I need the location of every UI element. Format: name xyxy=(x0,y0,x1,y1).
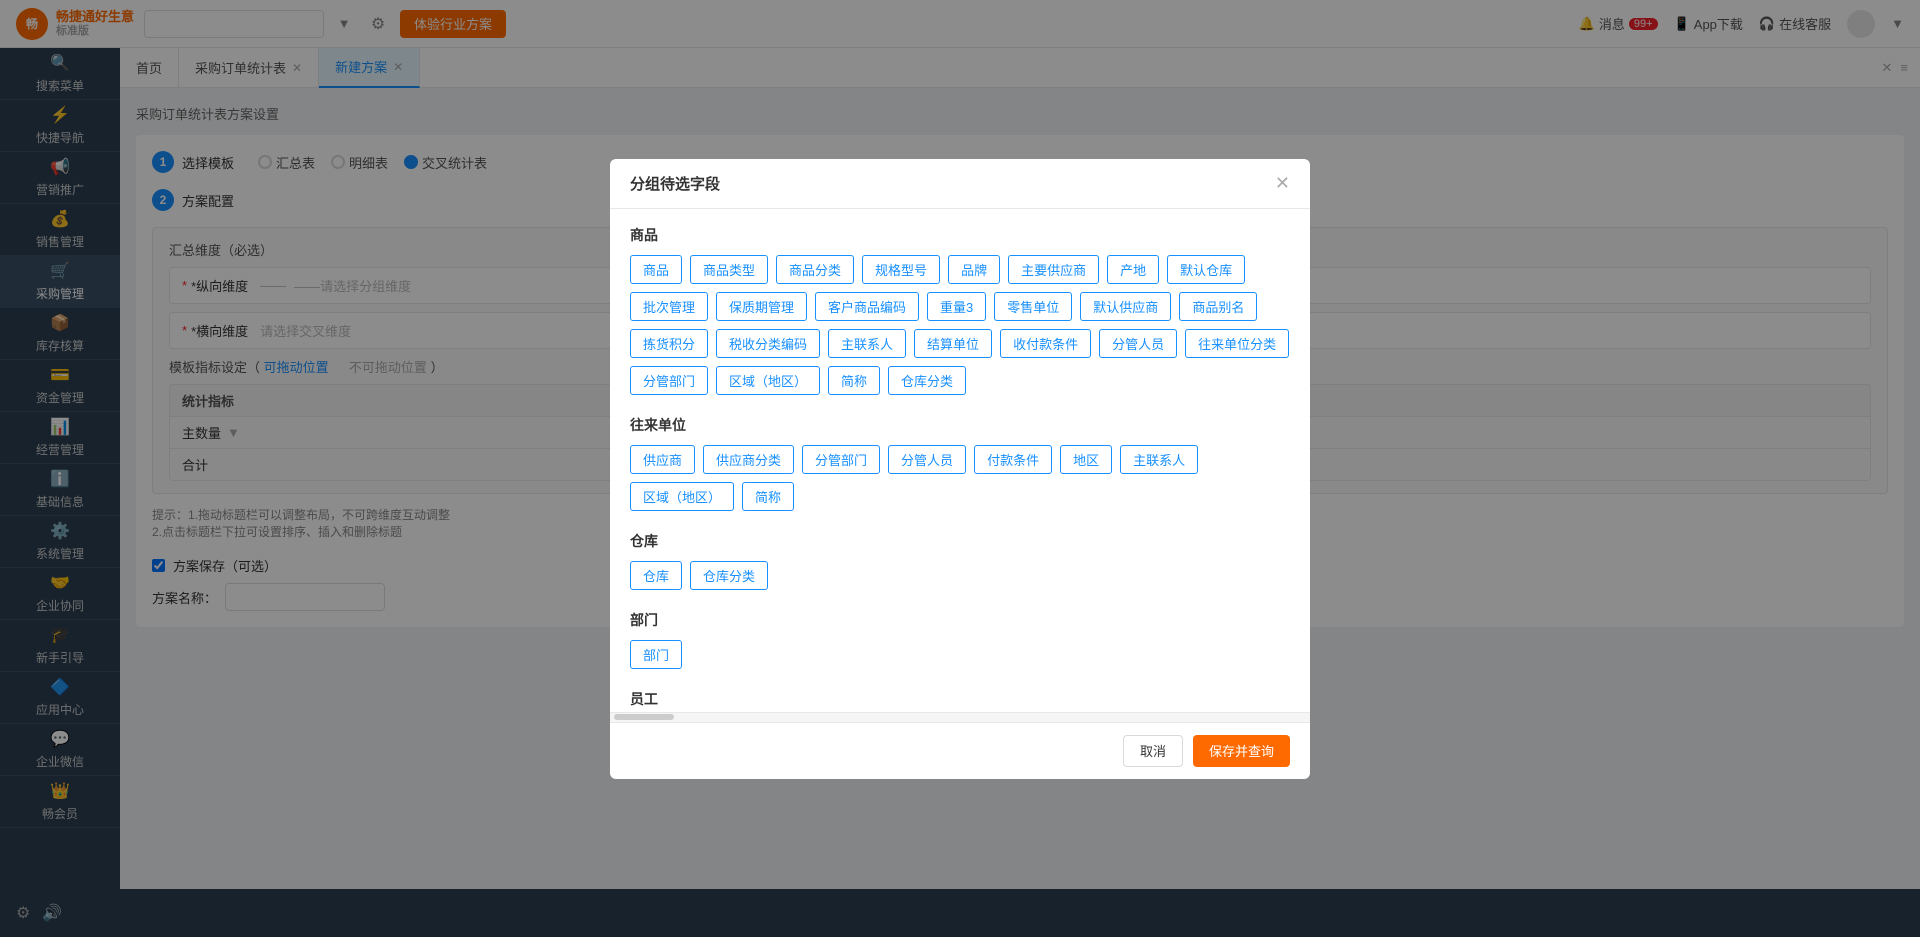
field-tag-partner-2[interactable]: 分管部门 xyxy=(802,445,880,474)
field-tag-goods-17[interactable]: 主联系人 xyxy=(828,329,906,358)
partner-section-title: 往来单位 xyxy=(630,415,1290,435)
field-tag-goods-23[interactable]: 区域（地区） xyxy=(716,366,820,395)
modal-body[interactable]: 商品 商品 商品类型 商品分类 规格型号 品牌 主要供应商 产地 默认仓库 批次… xyxy=(610,209,1310,713)
modal-cancel-button[interactable]: 取消 xyxy=(1123,735,1183,767)
field-tag-goods-2[interactable]: 商品分类 xyxy=(776,255,854,284)
field-section-goods: 商品 商品 商品类型 商品分类 规格型号 品牌 主要供应商 产地 默认仓库 批次… xyxy=(630,225,1290,395)
field-section-warehouse: 仓库 仓库 仓库分类 xyxy=(630,531,1290,590)
staff-section-title: 员工 xyxy=(630,689,1290,709)
field-tag-goods-11[interactable]: 重量3 xyxy=(927,292,986,321)
field-tag-goods-1[interactable]: 商品类型 xyxy=(690,255,768,284)
field-section-dept: 部门 部门 xyxy=(630,610,1290,669)
modal-dialog: 分组待选字段 ✕ 商品 商品 商品类型 商品分类 规格型号 品牌 主要供应商 产… xyxy=(610,159,1310,779)
field-tag-goods-7[interactable]: 默认仓库 xyxy=(1167,255,1245,284)
field-tag-partner-0[interactable]: 供应商 xyxy=(630,445,695,474)
field-tag-partner-5[interactable]: 地区 xyxy=(1060,445,1112,474)
field-tag-partner-3[interactable]: 分管人员 xyxy=(888,445,966,474)
hscroll-thumb[interactable] xyxy=(614,714,674,720)
field-tag-goods-12[interactable]: 零售单位 xyxy=(994,292,1072,321)
modal-close-button[interactable]: ✕ xyxy=(1275,173,1290,194)
field-tag-partner-7[interactable]: 区域（地区） xyxy=(630,482,734,511)
modal-title: 分组待选字段 xyxy=(630,173,720,194)
field-tag-dept-0[interactable]: 部门 xyxy=(630,640,682,669)
dept-section-title: 部门 xyxy=(630,610,1290,630)
warehouse-section-title: 仓库 xyxy=(630,531,1290,551)
field-tag-partner-4[interactable]: 付款条件 xyxy=(974,445,1052,474)
field-tag-goods-25[interactable]: 仓库分类 xyxy=(888,366,966,395)
field-tag-goods-20[interactable]: 分管人员 xyxy=(1099,329,1177,358)
field-tag-goods-10[interactable]: 客户商品编码 xyxy=(815,292,919,321)
modal-save-button[interactable]: 保存并查询 xyxy=(1193,735,1290,767)
field-tag-partner-8[interactable]: 简称 xyxy=(742,482,794,511)
field-tag-partner-6[interactable]: 主联系人 xyxy=(1120,445,1198,474)
field-tag-goods-13[interactable]: 默认供应商 xyxy=(1080,292,1171,321)
field-tag-goods-15[interactable]: 拣货积分 xyxy=(630,329,708,358)
field-tag-warehouse-1[interactable]: 仓库分类 xyxy=(690,561,768,590)
field-tag-goods-22[interactable]: 分管部门 xyxy=(630,366,708,395)
field-tag-goods-19[interactable]: 收付款条件 xyxy=(1000,329,1091,358)
field-section-partner: 往来单位 供应商 供应商分类 分管部门 分管人员 付款条件 地区 主联系人 区域… xyxy=(630,415,1290,511)
field-tag-warehouse-0[interactable]: 仓库 xyxy=(630,561,682,590)
warehouse-fields: 仓库 仓库分类 xyxy=(630,561,1290,590)
field-tag-goods-4[interactable]: 品牌 xyxy=(948,255,1000,284)
field-tag-goods-9[interactable]: 保质期管理 xyxy=(716,292,807,321)
field-tag-goods-8[interactable]: 批次管理 xyxy=(630,292,708,321)
modal-header: 分组待选字段 ✕ xyxy=(610,159,1310,209)
goods-fields: 商品 商品类型 商品分类 规格型号 品牌 主要供应商 产地 默认仓库 批次管理 … xyxy=(630,255,1290,395)
field-tag-goods-3[interactable]: 规格型号 xyxy=(862,255,940,284)
field-tag-goods-21[interactable]: 往来单位分类 xyxy=(1185,329,1289,358)
field-tag-partner-1[interactable]: 供应商分类 xyxy=(703,445,794,474)
modal-hscroll xyxy=(610,712,1310,721)
modal-footer: 取消 保存并查询 xyxy=(610,722,1310,779)
goods-section-title: 商品 xyxy=(630,225,1290,245)
field-tag-goods-18[interactable]: 结算单位 xyxy=(914,329,992,358)
field-section-staff: 员工 业务员 xyxy=(630,689,1290,713)
field-tag-goods-16[interactable]: 税收分类编码 xyxy=(716,329,820,358)
dept-fields: 部门 xyxy=(630,640,1290,669)
field-tag-goods-24[interactable]: 简称 xyxy=(828,366,880,395)
partner-fields: 供应商 供应商分类 分管部门 分管人员 付款条件 地区 主联系人 区域（地区） … xyxy=(630,445,1290,511)
field-tag-goods-6[interactable]: 产地 xyxy=(1107,255,1159,284)
field-tag-goods-0[interactable]: 商品 xyxy=(630,255,682,284)
field-tag-goods-14[interactable]: 商品别名 xyxy=(1179,292,1257,321)
modal-overlay: 分组待选字段 ✕ 商品 商品 商品类型 商品分类 规格型号 品牌 主要供应商 产… xyxy=(0,0,1920,937)
field-tag-goods-5[interactable]: 主要供应商 xyxy=(1008,255,1099,284)
